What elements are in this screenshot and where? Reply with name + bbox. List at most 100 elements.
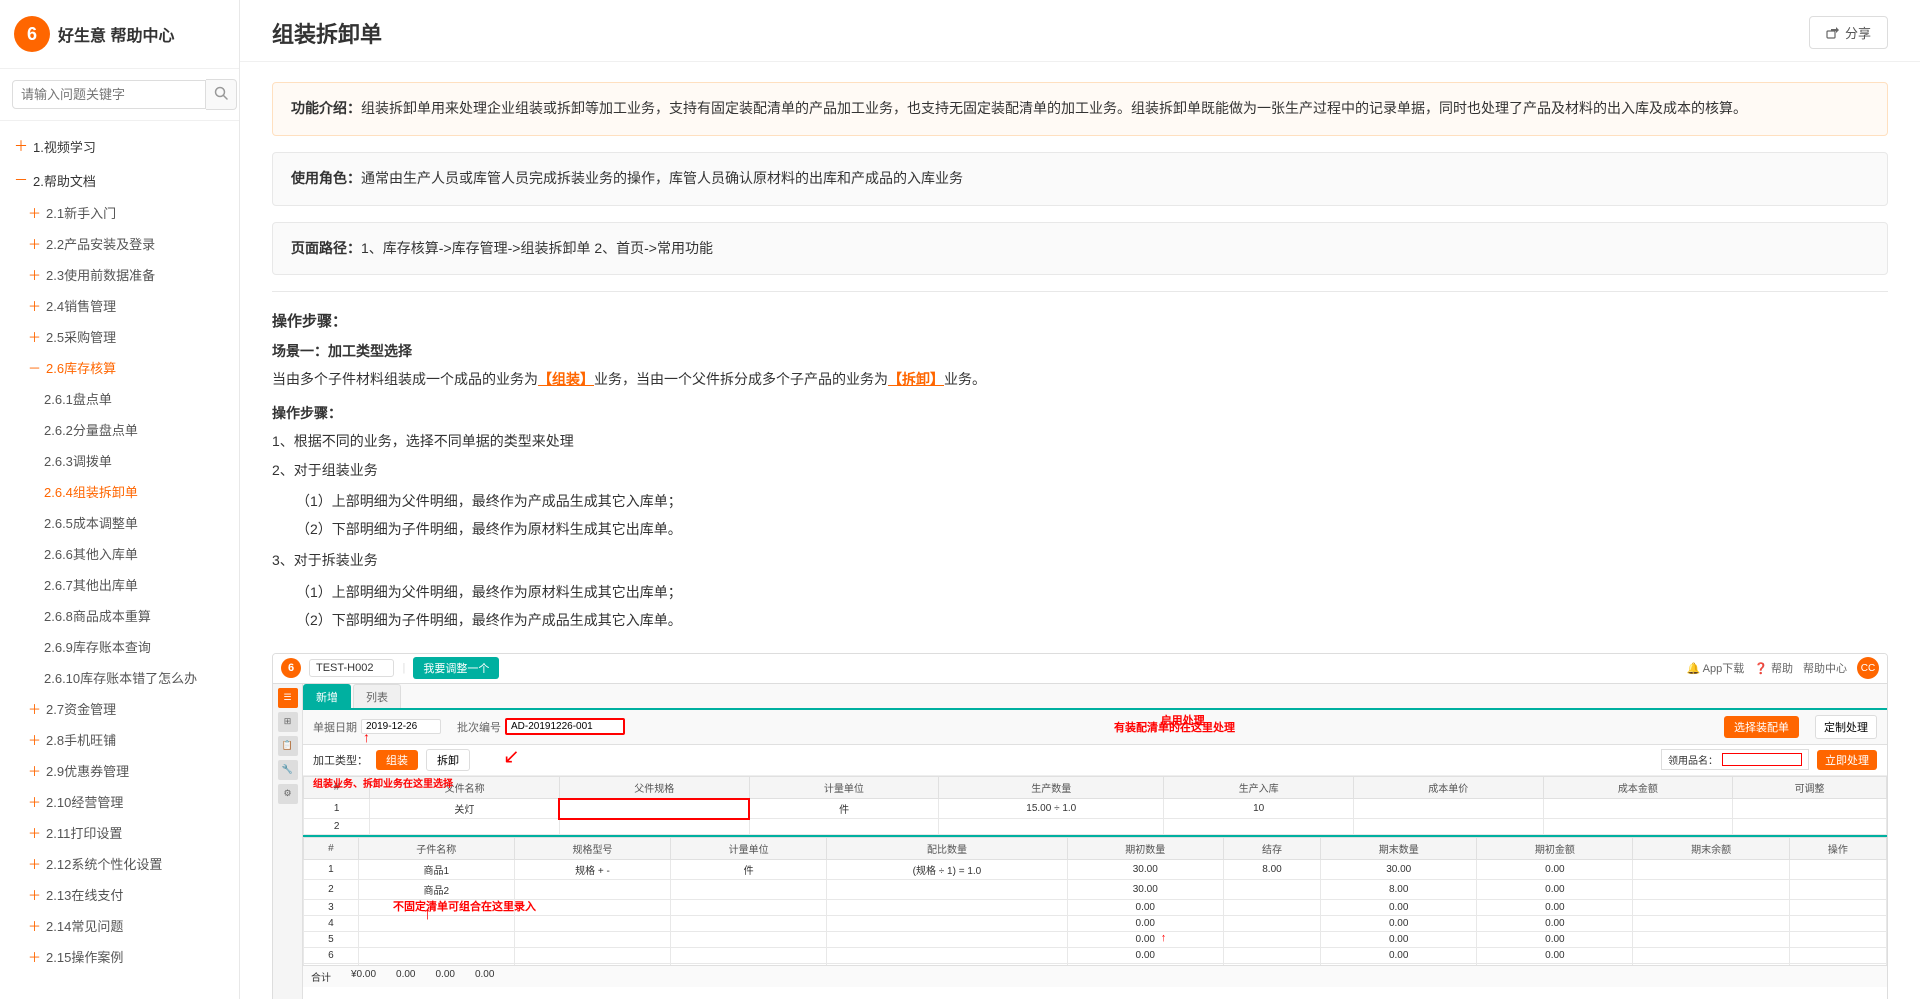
sidebar-item-2-9[interactable]: ＋ 2.9优惠券管理 [0, 755, 239, 786]
mock-btn-disassemble[interactable]: 拆卸 [426, 749, 470, 771]
sidebar-item-2-2[interactable]: ＋ 2.2产品安装及登录 [0, 228, 239, 259]
sth-unit: 计量单位 [671, 838, 827, 860]
sidebar-item-2-8[interactable]: ＋ 2.8手机旺铺 [0, 724, 239, 755]
footer-val2: 0.00 [396, 969, 415, 984]
sr2-endamt [1633, 880, 1789, 900]
th-adj: 可调整 [1733, 776, 1887, 799]
intro-label: 功能介绍： [291, 100, 361, 116]
sidebar-item-2-6-1[interactable]: 2.6.1盘点单 [0, 383, 239, 414]
sidebar-item-2-6-3[interactable]: 2.6.3调拨单 [0, 445, 239, 476]
sidebar-item-2-15[interactable]: ＋ 2.15操作案例 [0, 941, 239, 972]
mock-ok-btn[interactable]: 定制处理 [1815, 715, 1877, 739]
mock-left-sidebar: ☰ ⊞ 📋 🔧 ⚙ [273, 684, 303, 999]
mock-type-row: 加工类型： 组装 拆卸 领用品名： 立即处理 组装业务、拆卸业务在这里选择 [303, 745, 1887, 776]
search-button[interactable] [206, 79, 237, 110]
plus-icon-2-12: ＋ [28, 854, 41, 873]
divider-1 [272, 291, 1888, 292]
step3-sub1: （1）上部明细为父件明细，最终作为原材料生成其它出库单； [272, 580, 1888, 605]
main-content: 组装拆卸单 分享 功能介绍：组装拆卸单用来处理企业组装或拆卸等加工业务，支持有固… [240, 0, 1920, 999]
sidebar-item-2-13[interactable]: ＋ 2.13在线支付 [0, 879, 239, 910]
mock-nav-green: 我要调整一个 [413, 657, 499, 679]
date-label: 单据日期 [313, 719, 357, 735]
sidebar-item-2-7[interactable]: ＋ 2.7资金管理 [0, 693, 239, 724]
plus-icon-2-7: ＋ [28, 699, 41, 718]
mock-btn-assemble[interactable]: 组装 [376, 750, 418, 770]
sidebar-item-2[interactable]: － 2.帮助文档 [0, 163, 239, 197]
mock-sub-table: # 子件名称 规格型号 计量单位 配比数量 期初数量 结存 期末数量 期初金额 [303, 837, 1887, 965]
sidebar-label-2-5: 2.5采购管理 [46, 327, 116, 346]
sidebar-item-2-6-9[interactable]: 2.6.9库存账本查询 [0, 631, 239, 662]
sub-row-2: 2 商品2 30.00 8.00 0.00 [304, 880, 1887, 900]
sth-endamt: 期末余额 [1633, 838, 1789, 860]
sub-row-1: 1 商品1 规格 + - 件 (规格 ÷ 1) = 1.0 30.00 8.00… [304, 860, 1887, 880]
sidebar-item-2-6-6[interactable]: 2.6.6其他入库单 [0, 538, 239, 569]
sidebar-label-2-2: 2.2产品安装及登录 [46, 234, 155, 253]
batch-input[interactable] [505, 718, 625, 735]
sidebar-label-2-8: 2.8手机旺铺 [46, 730, 116, 749]
sidebar-item-2-4[interactable]: ＋ 2.4销售管理 [0, 290, 239, 321]
nav-tree: ＋ 1.视频学习 － 2.帮助文档 ＋ 2.1新手入门 ＋ 2.2产品安装及登录… [0, 121, 239, 999]
sidebar-label-2-11: 2.11打印设置 [46, 823, 122, 842]
sidebar-label-2-3: 2.3使用前数据准备 [46, 265, 155, 284]
sidebar-item-1[interactable]: ＋ 1.视频学习 [0, 129, 239, 163]
sidebar-item-2-14[interactable]: ＋ 2.14常见问题 [0, 910, 239, 941]
search-input[interactable] [12, 80, 206, 109]
sth-initamt: 期初金额 [1477, 838, 1633, 860]
sidebar-item-2-1[interactable]: ＋ 2.1新手入门 [0, 197, 239, 228]
mock-avatar: CC [1857, 657, 1879, 679]
mock-process-area: 领用品名： [1661, 749, 1809, 770]
sidebar-item-2-6-4[interactable]: 2.6.4组装拆卸单 [0, 476, 239, 507]
field-batch: 批次编号 [457, 718, 625, 735]
annotation1-text: 有装配清单的在这里处理 [641, 719, 1708, 735]
sidebar-item-2-6-10[interactable]: 2.6.10库存账本错了怎么办 [0, 662, 239, 693]
sidebar-item-2-6-7[interactable]: 2.6.7其他出库单 [0, 569, 239, 600]
td-1-amount [1543, 799, 1733, 819]
field-date: 单据日期 [313, 719, 441, 735]
process-input[interactable] [1722, 753, 1802, 766]
sth-name: 子件名称 [358, 838, 514, 860]
step-2: 2、对于组装业务 [272, 458, 1888, 483]
sth-balance: 结存 [1223, 838, 1320, 860]
highlight-assemble: 【组装】 [538, 371, 594, 387]
mock-tab-list[interactable]: 列表 [353, 684, 401, 708]
step3-sub2: （2）下部明细为子件明细，最终作为产成品生成其它入库单。 [272, 608, 1888, 633]
highlight-disassemble: 【拆卸】 [888, 371, 944, 387]
share-button[interactable]: 分享 [1809, 16, 1888, 49]
sidebar-item-2-6[interactable]: － 2.6库存核算 [0, 352, 239, 383]
td-2-amount [1543, 819, 1733, 835]
sth-ratio: 配比数量 [827, 838, 1067, 860]
sidebar-item-2-12[interactable]: ＋ 2.12系统个性化设置 [0, 848, 239, 879]
mock-icon-3: 📋 [278, 736, 298, 756]
sidebar-item-2-6-2[interactable]: 2.6.2分量盘点单 [0, 414, 239, 445]
minus-icon: － [14, 170, 28, 190]
mock-select-btn[interactable]: 选择装配单 [1724, 716, 1799, 738]
sidebar-item-2-10[interactable]: ＋ 2.10经营管理 [0, 786, 239, 817]
sidebar-label-2-7: 2.7资金管理 [46, 699, 116, 718]
plus-icon-2-1: ＋ [28, 203, 41, 222]
th-inqty: 生产入库 [1164, 776, 1354, 799]
sidebar-item-2-6-5[interactable]: 2.6.5成本调整单 [0, 507, 239, 538]
sr1-spec: 规格 + - [514, 860, 670, 880]
sidebar-item-2-6-8[interactable]: 2.6.8商品成本重算 [0, 600, 239, 631]
sidebar-item-2-5[interactable]: ＋ 2.5采购管理 [0, 321, 239, 352]
sidebar-item-2-11[interactable]: ＋ 2.11打印设置 [0, 817, 239, 848]
sr2-ratio [827, 880, 1067, 900]
screenshot-container: 6 TEST-H002 | 我要调整一个 🔔 App下载 ❓ 帮助 帮助中心 C… [272, 653, 1888, 999]
sidebar-item-2-3[interactable]: ＋ 2.3使用前数据准备 [0, 259, 239, 290]
mock-topbar-sep: | [402, 662, 405, 674]
role-box: 使用角色：通常由生产人员或库管人员完成拆装业务的操作，库管人员确认原材料的出库和… [272, 152, 1888, 206]
path-box: 页面路径：1、库存核算->库存管理->组装拆卸单 2、首页->常用功能 [272, 222, 1888, 276]
plus-icon-2-2: ＋ [28, 234, 41, 253]
mock-main-table: # 父件名称 父件规格 计量单位 生产数量 生产入库 成本单价 成本金额 可调整 [303, 776, 1887, 836]
sidebar-label-2-4: 2.4销售管理 [46, 296, 116, 315]
scene1-title: 场景一：加工类型选择 [272, 341, 1888, 361]
date-input[interactable] [361, 719, 441, 734]
mock-icon-1: ☰ [278, 688, 298, 708]
sth-spec: 规格型号 [514, 838, 670, 860]
mock-tab-new[interactable]: 新增 [303, 684, 351, 708]
mock-confirm-btn[interactable]: 立即处理 [1817, 750, 1877, 770]
mock-company: TEST-H002 [309, 659, 394, 677]
td-2-in [1164, 819, 1354, 835]
table-row-2: 2 [304, 819, 1887, 835]
path-label: 页面路径： [291, 240, 361, 256]
